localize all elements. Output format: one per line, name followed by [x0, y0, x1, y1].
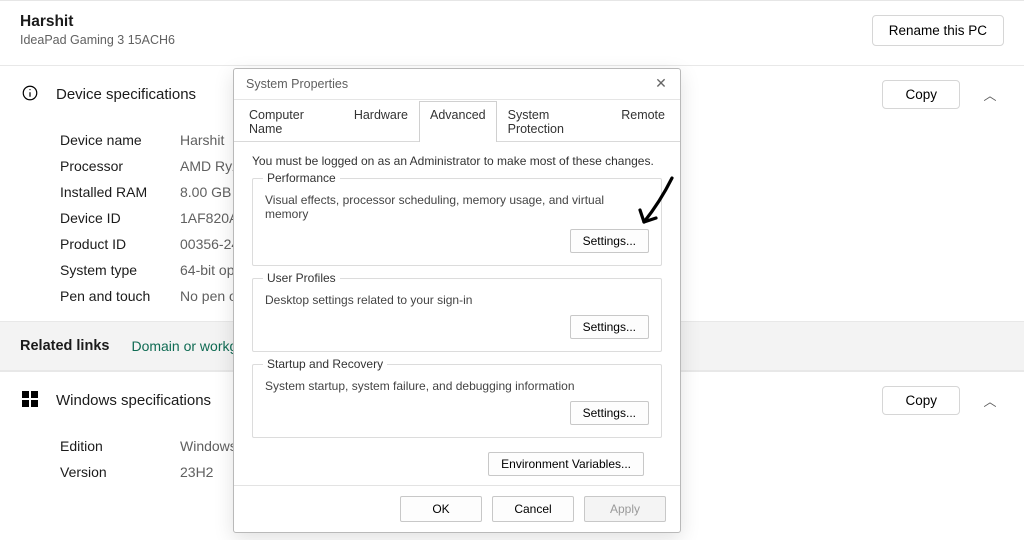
tab-system-protection[interactable]: System Protection [497, 101, 611, 142]
tab-computer-name[interactable]: Computer Name [238, 101, 343, 142]
group-user-profiles: User ProfilesDesktop settings related to… [252, 278, 662, 352]
close-icon[interactable]: ✕ [652, 75, 670, 93]
group-startup-and-recovery: Startup and RecoverySystem startup, syst… [252, 364, 662, 438]
ok-button[interactable]: OK [400, 496, 482, 522]
dialog-footer: OK Cancel Apply [234, 485, 680, 532]
spec-label: Device ID [60, 210, 180, 226]
copy-device-specs-button[interactable]: Copy [882, 80, 960, 109]
performance-settings-button[interactable]: Settings... [570, 229, 649, 253]
spec-label: Processor [60, 158, 180, 174]
spec-label: Version [60, 464, 180, 480]
group-description: System startup, system failure, and debu… [265, 379, 649, 393]
spec-value: No pen o [180, 288, 237, 304]
spec-label: Pen and touch [60, 288, 180, 304]
about-header: Harshit IdeaPad Gaming 3 15ACH6 Rename t… [0, 1, 1024, 65]
pc-name: Harshit [20, 13, 175, 31]
tab-hardware[interactable]: Hardware [343, 101, 419, 142]
system-properties-dialog: System Properties ✕ Computer NameHardwar… [233, 68, 681, 533]
dialog-body: You must be logged on as an Administrato… [234, 142, 680, 485]
group-legend: User Profiles [263, 271, 340, 285]
chevron-up-icon[interactable]: ︿ [976, 391, 1004, 410]
spec-label: Product ID [60, 236, 180, 252]
spec-value: 00356-24 [180, 236, 239, 252]
cancel-button[interactable]: Cancel [492, 496, 574, 522]
startup-recovery-settings-button[interactable]: Settings... [570, 401, 649, 425]
environment-variables-button[interactable]: Environment Variables... [488, 452, 644, 476]
spec-value: AMD Ryz [180, 158, 239, 174]
windows-icon [20, 391, 40, 410]
group-description: Visual effects, processor scheduling, me… [265, 193, 649, 221]
pc-identity: Harshit IdeaPad Gaming 3 15ACH6 [20, 13, 175, 47]
related-links-label: Related links [20, 338, 109, 354]
chevron-up-icon[interactable]: ︿ [976, 85, 1004, 104]
dialog-titlebar[interactable]: System Properties ✕ [234, 69, 680, 100]
spec-label: Device name [60, 132, 180, 148]
spec-label: Edition [60, 438, 180, 454]
spec-value: 23H2 [180, 464, 213, 480]
spec-value: 64-bit op [180, 262, 234, 278]
tab-remote[interactable]: Remote [610, 101, 676, 142]
spec-value: Harshit [180, 132, 224, 148]
group-legend: Performance [263, 171, 340, 185]
domain-workgroup-link[interactable]: Domain or workgr [131, 338, 241, 354]
spec-value: Windows [180, 438, 237, 454]
group-performance: PerformanceVisual effects, processor sch… [252, 178, 662, 266]
spec-label: System type [60, 262, 180, 278]
spec-value: 8.00 GB ( [180, 184, 240, 200]
user-profiles-settings-button[interactable]: Settings... [570, 315, 649, 339]
copy-windows-specs-button[interactable]: Copy [882, 386, 960, 415]
apply-button[interactable]: Apply [584, 496, 666, 522]
pc-model: IdeaPad Gaming 3 15ACH6 [20, 33, 175, 47]
group-legend: Startup and Recovery [263, 357, 387, 371]
info-icon [20, 84, 40, 105]
dialog-title: System Properties [246, 77, 348, 91]
tab-strip: Computer NameHardwareAdvancedSystem Prot… [234, 100, 680, 142]
spec-label: Installed RAM [60, 184, 180, 200]
group-description: Desktop settings related to your sign-in [265, 293, 649, 307]
admin-note: You must be logged on as an Administrato… [252, 154, 662, 168]
tab-advanced[interactable]: Advanced [419, 101, 497, 142]
rename-pc-button[interactable]: Rename this PC [872, 15, 1004, 46]
